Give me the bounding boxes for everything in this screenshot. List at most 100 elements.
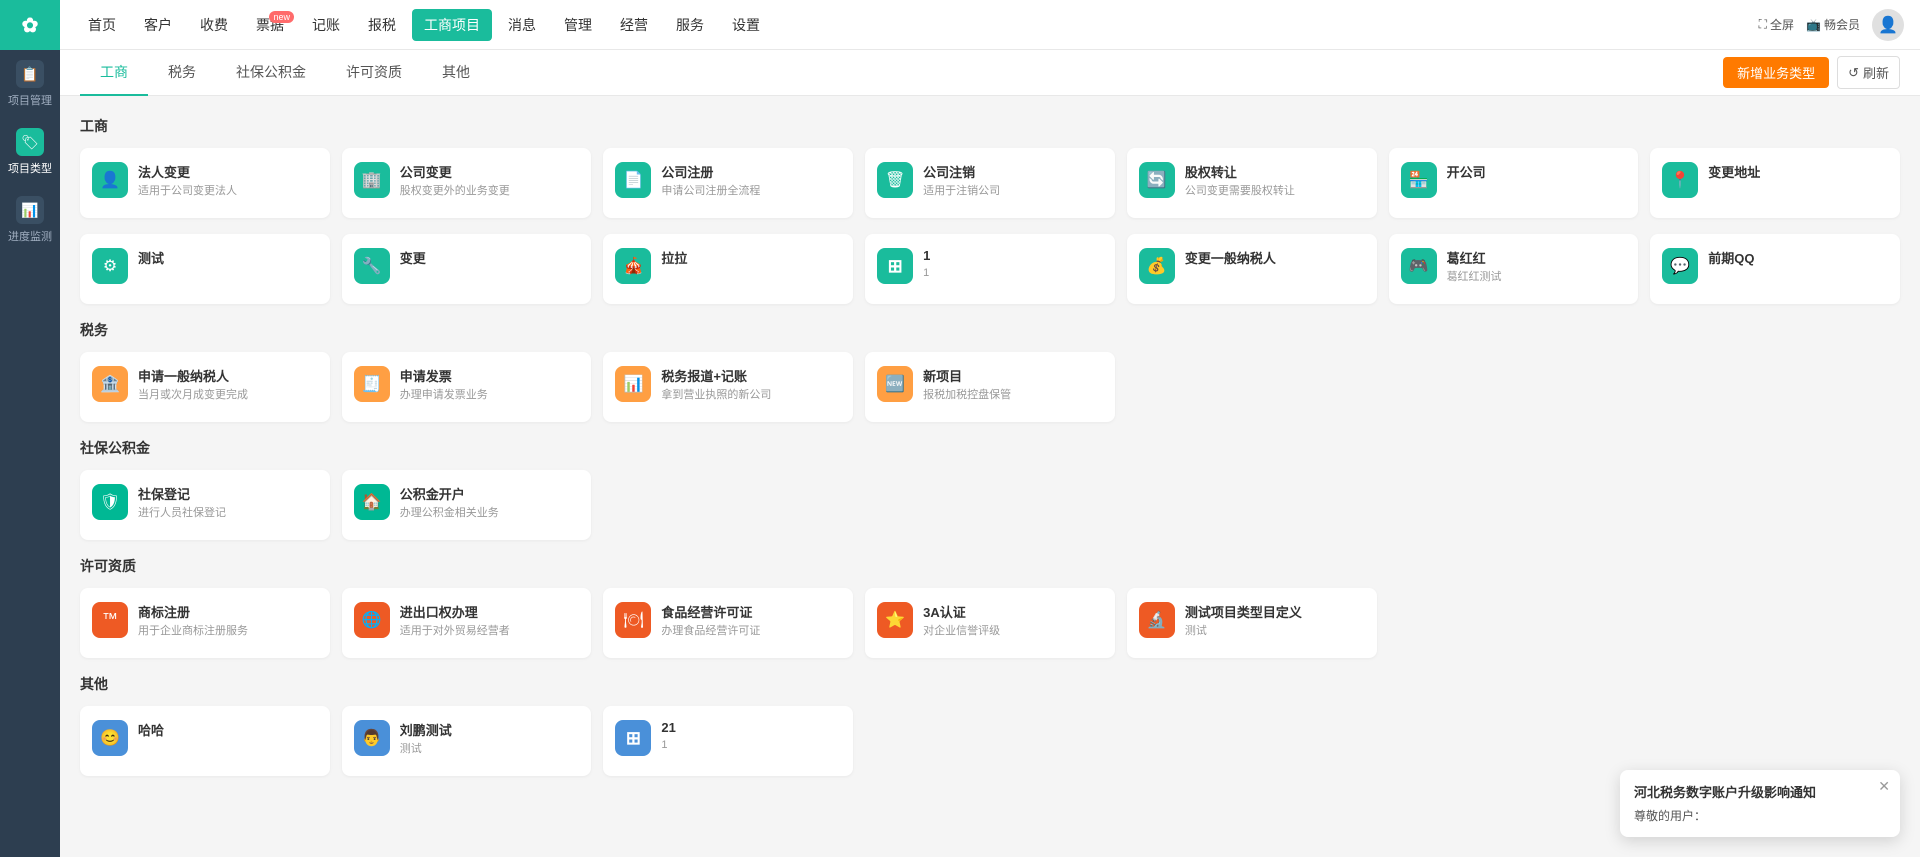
card-company-change[interactable]: 🏢 公司变更 股权变更外的业务变更 xyxy=(342,148,592,218)
card-icon-change-tax: 💰 xyxy=(1139,248,1175,284)
subtabs-right: 新增业务类型 ↺ 刷新 xyxy=(1723,56,1900,89)
card-social-reg[interactable]: 🛡 社保登记 进行人员社保登记 xyxy=(80,470,330,540)
nav-customer[interactable]: 客户 xyxy=(132,9,184,41)
nav-home[interactable]: 首页 xyxy=(76,9,128,41)
card-liupeng[interactable]: 👨 刘鹏测试 测试 xyxy=(342,706,592,776)
invoice-badge: new xyxy=(269,11,294,23)
card-apply-invoice[interactable]: 🧾 申请发票 办理申请发票业务 xyxy=(342,352,592,422)
card-icon-company-cancel: 🗑 xyxy=(877,162,913,198)
notification-title: 河北税务数字账户升级影响通知 xyxy=(1634,782,1886,801)
card-change-address[interactable]: 📍 变更地址 xyxy=(1650,148,1900,218)
nav-items: 首页 客户 收费 票据 new 记账 报税 工商项目 消息 管理 经营 服务 设… xyxy=(76,9,1759,41)
card-legal-change[interactable]: 👤 法人变更 适用于公司变更法人 xyxy=(80,148,330,218)
nav-accounting[interactable]: 记账 xyxy=(300,9,352,41)
subtab-permit[interactable]: 许可资质 xyxy=(326,50,422,96)
subtab-other[interactable]: 其他 xyxy=(422,50,490,96)
card-title-company-cancel: 公司注销 xyxy=(923,162,1103,181)
card-title-import-export: 进出口权办理 xyxy=(400,602,580,621)
card-icon-qq: 💬 xyxy=(1662,248,1698,284)
nav-billing[interactable]: 收费 xyxy=(188,9,240,41)
sidebar: ✿ 📋 项目管理 🏷 项目类型 📊 进度监测 xyxy=(0,0,60,857)
card-num1[interactable]: ⊞ 1 1 xyxy=(865,234,1115,304)
card-icon-fund-open: 🏠 xyxy=(354,484,390,520)
subtab-biz[interactable]: 工商 xyxy=(80,50,148,96)
content-area: 工商 税务 社保公积金 许可资质 其他 新增业务类型 ↺ 刷新 工商 � xyxy=(60,50,1920,857)
card-tax-report[interactable]: 📊 税务报道+记账 拿到营业执照的新公司 xyxy=(603,352,853,422)
card-title-test: 测试 xyxy=(138,248,318,267)
card-new-project[interactable]: 🆕 新项目 报税加税控盘保管 xyxy=(865,352,1115,422)
card-equity-transfer[interactable]: 🔄 股权转让 公司变更需要股权转让 xyxy=(1127,148,1377,218)
card-open-company[interactable]: 🏪 开公司 xyxy=(1389,148,1639,218)
nav-tax[interactable]: 报税 xyxy=(356,9,408,41)
card-3a-cert[interactable]: ⭐ 3A认证 对企业信誉评级 xyxy=(865,588,1115,658)
other-cards: 😊 哈哈 👨 刘鹏测试 测试 ⊞ 21 xyxy=(80,706,1900,776)
card-icon-new-project: 🆕 xyxy=(877,366,913,402)
sidebar-item-project-mgmt[interactable]: 📋 项目管理 xyxy=(0,50,60,118)
screen-icon: ⛶ xyxy=(1759,17,1767,32)
subtab-social[interactable]: 社保公积金 xyxy=(216,50,326,96)
card-title-equity-transfer: 股权转让 xyxy=(1185,162,1365,181)
card-fund-open[interactable]: 🏠 公积金开户 办理公积金相关业务 xyxy=(342,470,592,540)
card-icon-legal-change: 👤 xyxy=(92,162,128,198)
card-title-food-permit: 食品经营许可证 xyxy=(661,602,841,621)
top-navbar: 首页 客户 收费 票据 new 记账 报税 工商项目 消息 管理 经营 服务 设… xyxy=(60,0,1920,50)
card-desc-liupeng: 测试 xyxy=(400,742,580,757)
card-icon-social-reg: 🛡 xyxy=(92,484,128,520)
card-test[interactable]: ⚙ 测试 xyxy=(80,234,330,304)
card-change-tax[interactable]: 💰 变更一般纳税人 xyxy=(1127,234,1377,304)
nav-settings[interactable]: 设置 xyxy=(720,9,772,41)
card-icon-3a-cert: ⭐ xyxy=(877,602,913,638)
card-title-apply-invoice: 申请发票 xyxy=(400,366,580,385)
card-test-type[interactable]: 🔬 测试项目类型目定义 测试 xyxy=(1127,588,1377,658)
notification-close-button[interactable]: ✕ xyxy=(1878,778,1890,795)
card-title-fund-open: 公积金开户 xyxy=(400,484,580,503)
card-lala[interactable]: 🎪 拉拉 xyxy=(603,234,853,304)
card-desc-equity-transfer: 公司变更需要股权转让 xyxy=(1185,184,1365,199)
card-import-export[interactable]: 🌐 进出口权办理 适用于对外贸易经营者 xyxy=(342,588,592,658)
nav-invoice[interactable]: 票据 new xyxy=(244,9,296,41)
card-title-open-company: 开公司 xyxy=(1447,162,1627,181)
nav-manage[interactable]: 管理 xyxy=(552,9,604,41)
sidebar-logo[interactable]: ✿ xyxy=(0,0,60,50)
card-company-cancel[interactable]: 🗑 公司注销 适用于注销公司 xyxy=(865,148,1115,218)
card-icon-apply-tax: 🏦 xyxy=(92,366,128,402)
card-title-lala: 拉拉 xyxy=(661,248,841,267)
vip-button[interactable]: 📺 畅会员 xyxy=(1806,16,1860,33)
card-title-trademark: 商标注册 xyxy=(138,602,318,621)
new-business-type-button[interactable]: 新增业务类型 xyxy=(1723,57,1829,88)
social-cards: 🛡 社保登记 进行人员社保登记 🏠 公积金开户 办理公积金相关业务 xyxy=(80,470,1900,540)
card-apply-tax[interactable]: 🏦 申请一般纳税人 当月或次月成变更完成 xyxy=(80,352,330,422)
nav-bizproject[interactable]: 工商项目 xyxy=(412,9,492,41)
fullscreen-button[interactable]: ⛶ 全屏 xyxy=(1759,16,1794,33)
sidebar-item-label: 项目管理 xyxy=(8,92,52,108)
sidebar-item-project-type[interactable]: 🏷 项目类型 xyxy=(0,118,60,186)
card-qq[interactable]: 💬 前期QQ xyxy=(1650,234,1900,304)
card-desc-company-cancel: 适用于注销公司 xyxy=(923,184,1103,199)
card-title-company-change: 公司变更 xyxy=(400,162,580,181)
nav-message[interactable]: 消息 xyxy=(496,9,548,41)
card-icon-test: ⚙ xyxy=(92,248,128,284)
refresh-button[interactable]: ↺ 刷新 xyxy=(1837,56,1900,89)
nav-service[interactable]: 服务 xyxy=(664,9,716,41)
card-num21[interactable]: ⊞ 21 1 xyxy=(603,706,853,776)
notification-popup: ✕ 河北税务数字账户升级影响通知 尊敬的用户： xyxy=(1620,770,1900,837)
nav-operation[interactable]: 经营 xyxy=(608,9,660,41)
card-trademark[interactable]: ™ 商标注册 用于企业商标注册服务 xyxy=(80,588,330,658)
card-company-reg[interactable]: 📄 公司注册 申请公司注册全流程 xyxy=(603,148,853,218)
card-desc-num21: 1 xyxy=(661,738,841,753)
main-area: 首页 客户 收费 票据 new 记账 报税 工商项目 消息 管理 经营 服务 设… xyxy=(60,0,1920,857)
subtab-tax[interactable]: 税务 xyxy=(148,50,216,96)
card-change2[interactable]: 🔧 变更 xyxy=(342,234,592,304)
card-haha[interactable]: 😊 哈哈 xyxy=(80,706,330,776)
card-food-permit[interactable]: 🍽 食品经营许可证 办理食品经营许可证 xyxy=(603,588,853,658)
sidebar-item-progress-monitor[interactable]: 📊 进度监测 xyxy=(0,186,60,254)
user-avatar[interactable]: 👤 xyxy=(1872,9,1904,41)
card-title-change2: 变更 xyxy=(400,248,580,267)
card-desc-import-export: 适用于对外贸易经营者 xyxy=(400,624,580,639)
card-mahong[interactable]: 🎮 葛红红 葛红红测试 xyxy=(1389,234,1639,304)
card-icon-import-export: 🌐 xyxy=(354,602,390,638)
card-title-test-type: 测试项目类型目定义 xyxy=(1185,602,1365,621)
card-title-liupeng: 刘鹏测试 xyxy=(400,720,580,739)
card-icon-food-permit: 🍽 xyxy=(615,602,651,638)
card-desc-company-change: 股权变更外的业务变更 xyxy=(400,184,580,199)
